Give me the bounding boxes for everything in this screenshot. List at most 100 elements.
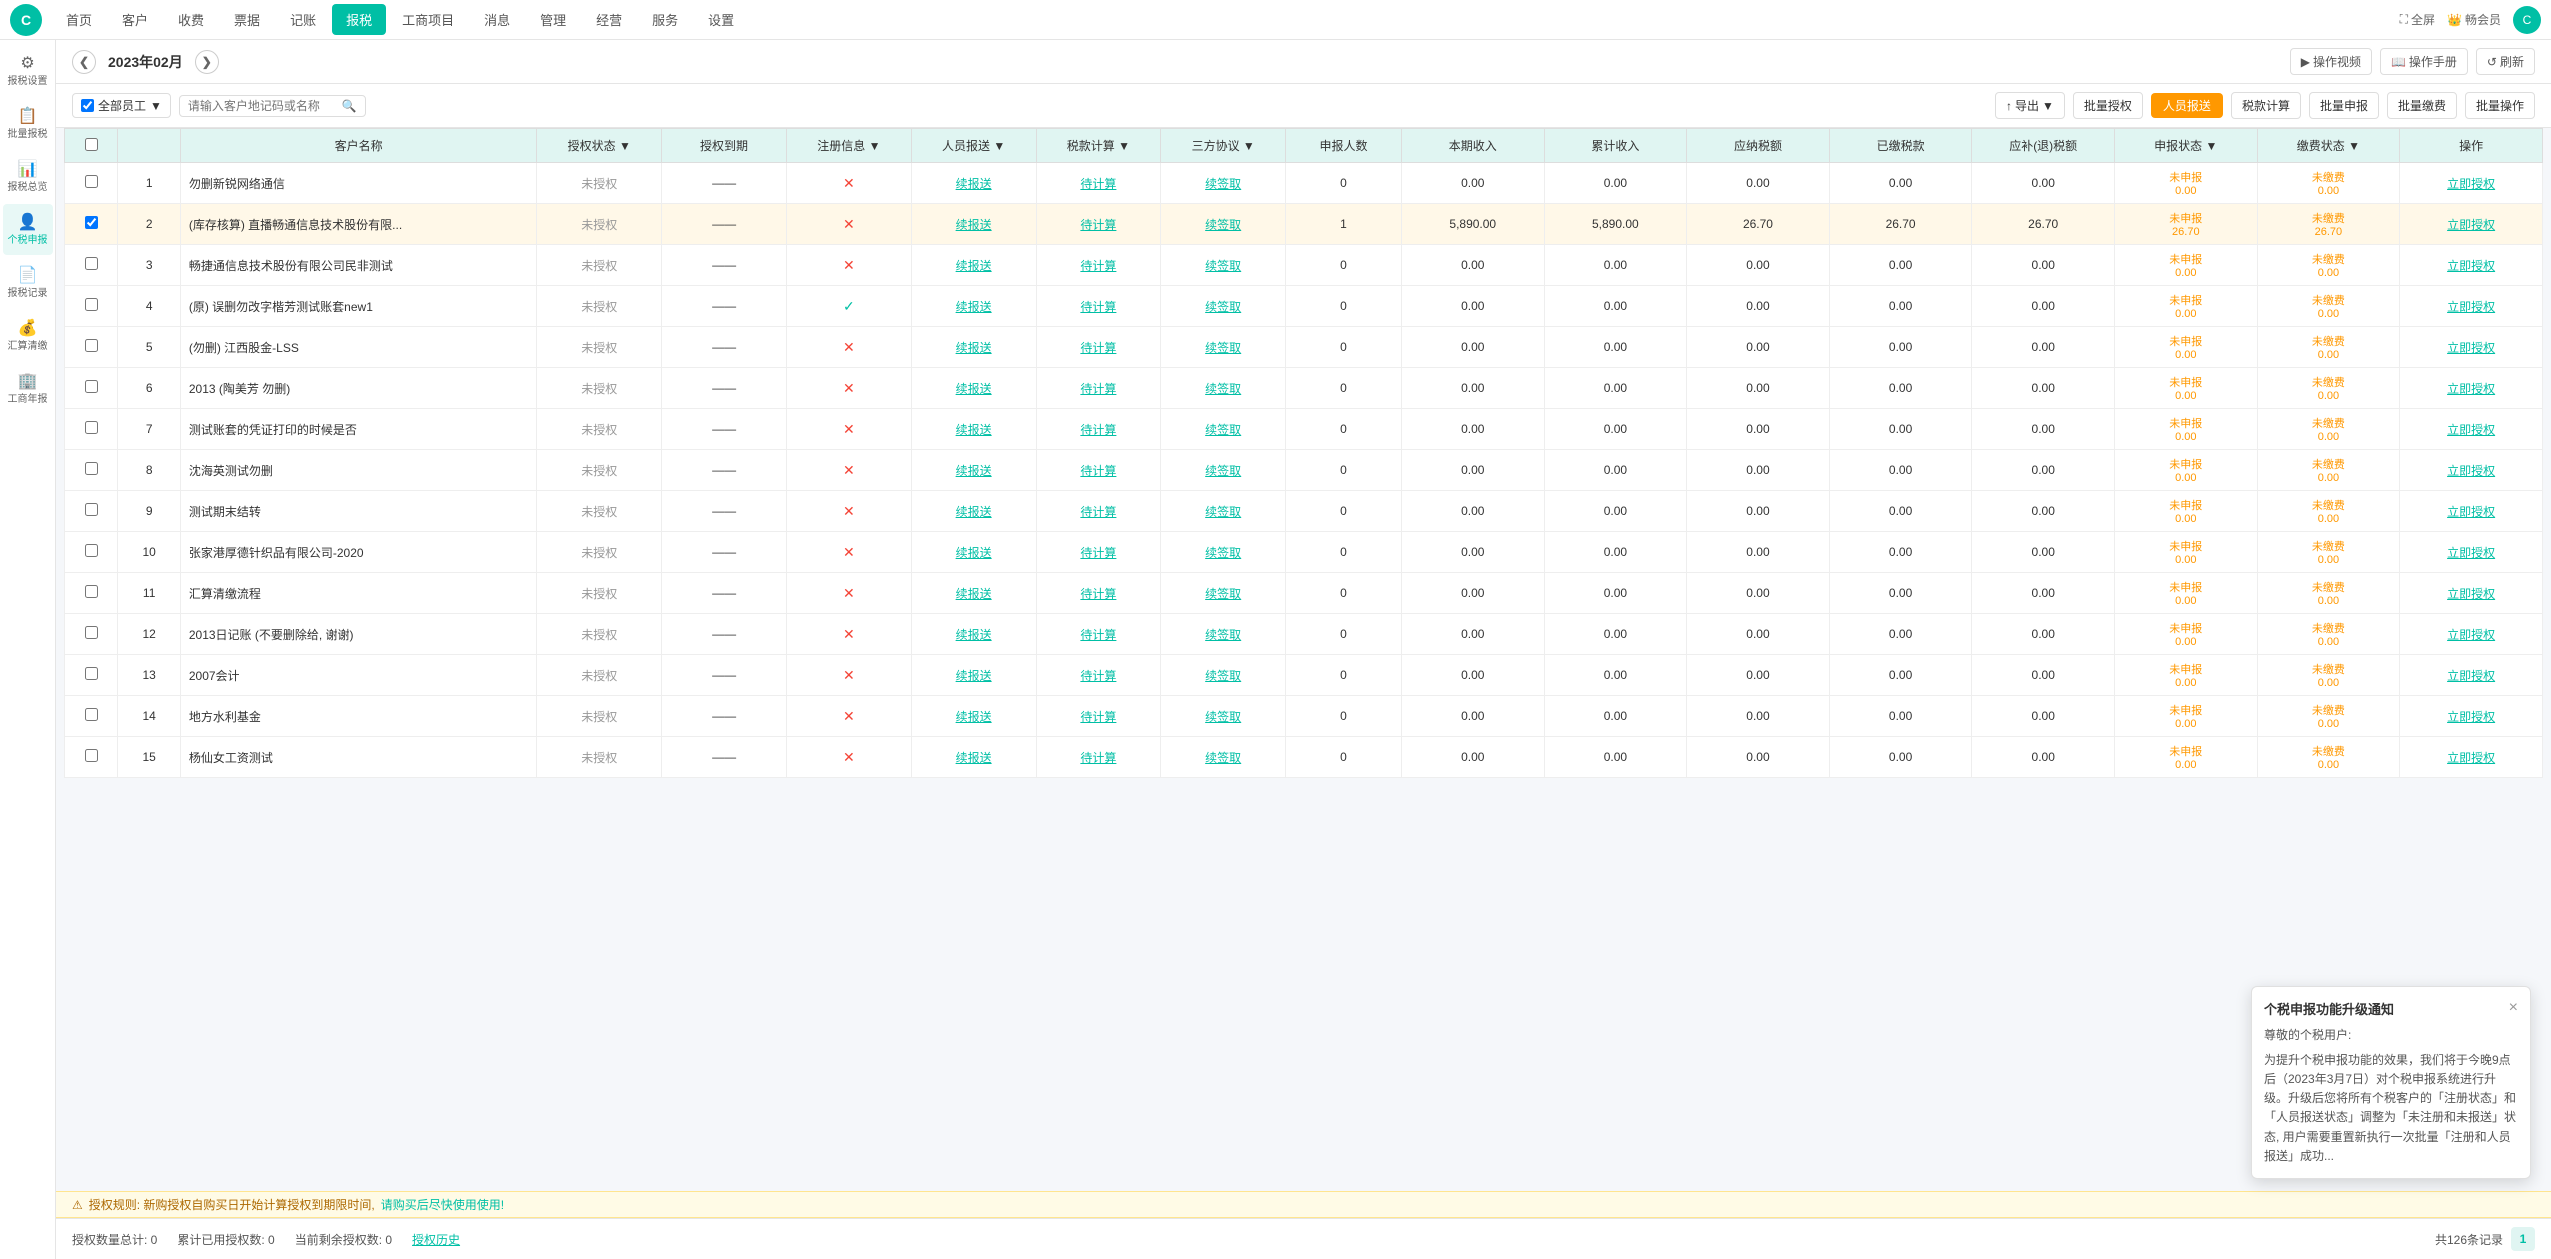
- row-checkbox[interactable]: [85, 544, 98, 557]
- search-input[interactable]: [188, 99, 338, 113]
- row-thirdparty-link[interactable]: 续签取: [1205, 341, 1241, 355]
- row-taxcalc-link[interactable]: 待计算: [1080, 259, 1116, 273]
- row-report-link[interactable]: 续报送: [956, 628, 992, 642]
- row-report-link[interactable]: 续报送: [956, 218, 992, 232]
- row-thirdparty-link[interactable]: 续签取: [1205, 464, 1241, 478]
- th-taxcalc[interactable]: 税款计算 ▼: [1036, 129, 1161, 163]
- th-auth-status[interactable]: 授权状态 ▼: [537, 129, 662, 163]
- row-report-link[interactable]: 续报送: [956, 546, 992, 560]
- row-action-link[interactable]: 立即授权: [2447, 341, 2495, 355]
- video-button[interactable]: ▶ 操作视频: [2290, 48, 2372, 75]
- nav-tax[interactable]: 报税: [332, 4, 386, 35]
- row-checkbox[interactable]: [85, 257, 98, 270]
- batch-report-button[interactable]: 批量申报: [2309, 92, 2379, 119]
- row-action-link[interactable]: 立即授权: [2447, 751, 2495, 765]
- user-avatar[interactable]: C: [2513, 6, 2541, 34]
- row-action-link[interactable]: 立即授权: [2447, 423, 2495, 437]
- batch-fee-button[interactable]: 批量缴费: [2387, 92, 2457, 119]
- row-checkbox[interactable]: [85, 216, 98, 229]
- row-taxcalc-link[interactable]: 待计算: [1080, 669, 1116, 683]
- row-thirdparty-link[interactable]: 续签取: [1205, 259, 1241, 273]
- sidebar-item-batch-tax[interactable]: 📋 批量报税: [3, 98, 53, 149]
- fullscreen-button[interactable]: ⛶ 全屏: [2400, 11, 2435, 28]
- nav-operations[interactable]: 经营: [582, 4, 636, 35]
- row-report-link[interactable]: 续报送: [956, 177, 992, 191]
- warning-link[interactable]: 请购买后尽快使用使用!: [381, 1196, 504, 1213]
- row-taxcalc-link[interactable]: 待计算: [1080, 341, 1116, 355]
- row-action-link[interactable]: 立即授权: [2447, 177, 2495, 191]
- tax-calc-button[interactable]: 税款计算: [2231, 92, 2301, 119]
- row-action-link[interactable]: 立即授权: [2447, 259, 2495, 273]
- nav-services[interactable]: 服务: [638, 4, 692, 35]
- row-action-link[interactable]: 立即授权: [2447, 546, 2495, 560]
- next-month-button[interactable]: ❯: [195, 50, 219, 74]
- nav-home[interactable]: 首页: [52, 4, 106, 35]
- row-taxcalc-link[interactable]: 待计算: [1080, 177, 1116, 191]
- row-checkbox[interactable]: [85, 462, 98, 475]
- th-report-status[interactable]: 申报状态 ▼: [2115, 129, 2258, 163]
- th-report[interactable]: 人员报送 ▼: [911, 129, 1036, 163]
- history-link[interactable]: 授权历史: [412, 1231, 460, 1248]
- nav-business[interactable]: 工商项目: [388, 4, 468, 35]
- row-action-link[interactable]: 立即授权: [2447, 218, 2495, 232]
- row-checkbox[interactable]: [85, 380, 98, 393]
- row-report-link[interactable]: 续报送: [956, 300, 992, 314]
- all-employee-check[interactable]: [81, 99, 94, 112]
- employee-filter-select[interactable]: 全部员工 ▼: [72, 93, 171, 118]
- row-report-link[interactable]: 续报送: [956, 669, 992, 683]
- row-checkbox[interactable]: [85, 626, 98, 639]
- row-thirdparty-link[interactable]: 续签取: [1205, 505, 1241, 519]
- row-taxcalc-link[interactable]: 待计算: [1080, 710, 1116, 724]
- row-checkbox[interactable]: [85, 339, 98, 352]
- nav-messages[interactable]: 消息: [470, 4, 524, 35]
- row-thirdparty-link[interactable]: 续签取: [1205, 546, 1241, 560]
- nav-clients[interactable]: 客户: [108, 4, 162, 35]
- row-thirdparty-link[interactable]: 续签取: [1205, 710, 1241, 724]
- row-action-link[interactable]: 立即授权: [2447, 628, 2495, 642]
- sidebar-item-annual-report[interactable]: 🏢 工商年报: [3, 363, 53, 414]
- search-icon[interactable]: 🔍: [342, 99, 357, 113]
- row-thirdparty-link[interactable]: 续签取: [1205, 218, 1241, 232]
- row-checkbox[interactable]: [85, 708, 98, 721]
- row-taxcalc-link[interactable]: 待计算: [1080, 628, 1116, 642]
- row-report-link[interactable]: 续报送: [956, 464, 992, 478]
- member-button[interactable]: 👑 畅会员: [2447, 11, 2501, 28]
- sidebar-item-tax-overview[interactable]: 📊 报税总览: [3, 151, 53, 202]
- row-checkbox[interactable]: [85, 298, 98, 311]
- nav-invoice[interactable]: 票据: [220, 4, 274, 35]
- row-report-link[interactable]: 续报送: [956, 751, 992, 765]
- row-taxcalc-link[interactable]: 待计算: [1080, 505, 1116, 519]
- sidebar-item-tax-settings[interactable]: ⚙ 报税设置: [3, 45, 53, 96]
- row-action-link[interactable]: 立即授权: [2447, 710, 2495, 724]
- row-taxcalc-link[interactable]: 待计算: [1080, 300, 1116, 314]
- people-report-button[interactable]: 人员报送: [2151, 93, 2223, 118]
- row-taxcalc-link[interactable]: 待计算: [1080, 546, 1116, 560]
- row-checkbox[interactable]: [85, 421, 98, 434]
- row-taxcalc-link[interactable]: 待计算: [1080, 218, 1116, 232]
- row-thirdparty-link[interactable]: 续签取: [1205, 177, 1241, 191]
- nav-manage[interactable]: 管理: [526, 4, 580, 35]
- row-report-link[interactable]: 续报送: [956, 710, 992, 724]
- batch-action-button[interactable]: 批量操作: [2465, 92, 2535, 119]
- row-taxcalc-link[interactable]: 待计算: [1080, 751, 1116, 765]
- th-name[interactable]: 客户名称: [180, 129, 537, 163]
- row-checkbox[interactable]: [85, 667, 98, 680]
- row-thirdparty-link[interactable]: 续签取: [1205, 300, 1241, 314]
- row-report-link[interactable]: 续报送: [956, 259, 992, 273]
- sidebar-item-remit-clear[interactable]: 💰 汇算清缴: [3, 310, 53, 361]
- row-thirdparty-link[interactable]: 续签取: [1205, 628, 1241, 642]
- row-report-link[interactable]: 续报送: [956, 382, 992, 396]
- sidebar-item-tax-records[interactable]: 📄 报税记录: [3, 257, 53, 308]
- nav-bookkeeping[interactable]: 记账: [276, 4, 330, 35]
- row-checkbox[interactable]: [85, 585, 98, 598]
- row-taxcalc-link[interactable]: 待计算: [1080, 423, 1116, 437]
- sidebar-item-personal-report[interactable]: 👤 个税申报: [3, 204, 53, 255]
- export-button[interactable]: ↑ 导出 ▼: [1995, 92, 2065, 119]
- th-reginfo[interactable]: 注册信息 ▼: [786, 129, 911, 163]
- row-checkbox[interactable]: [85, 503, 98, 516]
- row-thirdparty-link[interactable]: 续签取: [1205, 423, 1241, 437]
- row-thirdparty-link[interactable]: 续签取: [1205, 382, 1241, 396]
- row-checkbox[interactable]: [85, 175, 98, 188]
- prev-month-button[interactable]: ❮: [72, 50, 96, 74]
- row-action-link[interactable]: 立即授权: [2447, 505, 2495, 519]
